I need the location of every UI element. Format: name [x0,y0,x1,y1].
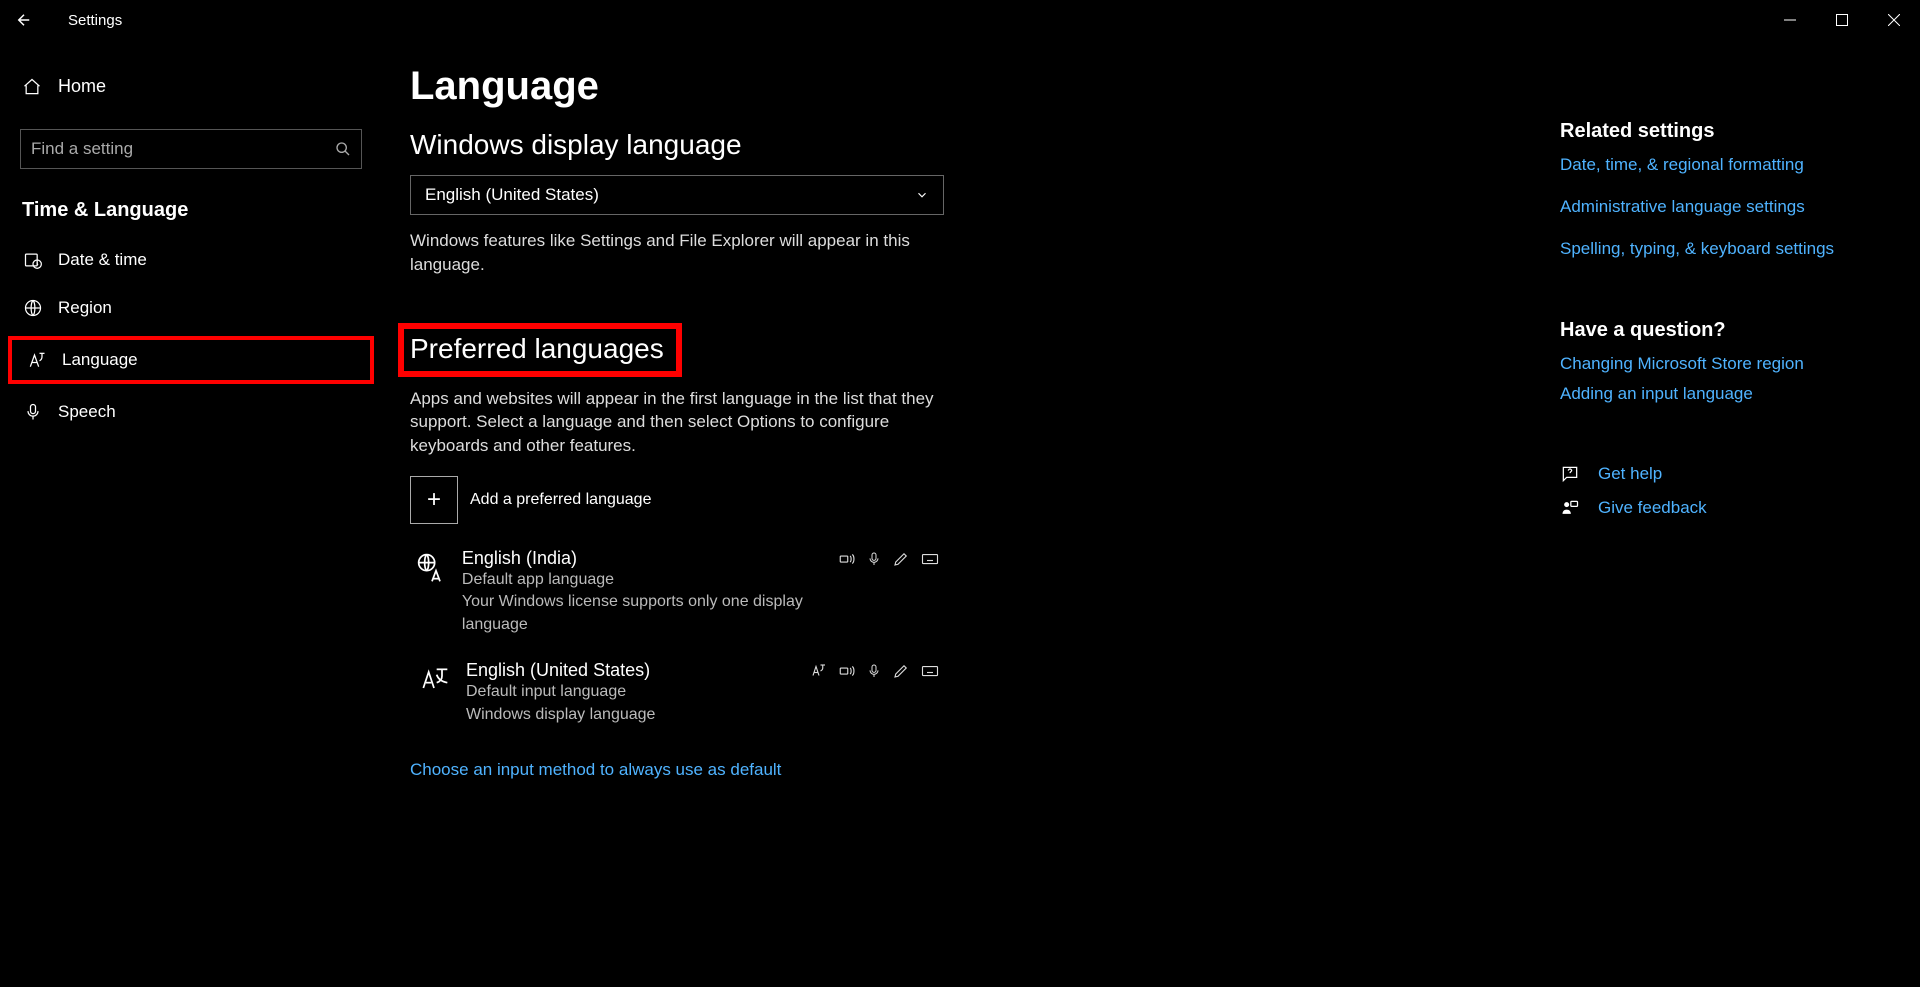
related-settings-heading: Related settings [1560,120,1860,143]
sidebar-item-label: Region [58,298,112,318]
back-button[interactable] [0,11,48,29]
language-name: English (United States) [466,660,655,681]
sidebar-item-date-time[interactable]: Date & time [0,236,382,284]
search-box[interactable] [20,129,362,169]
home-label: Home [58,76,106,97]
language-globe-character-icon [410,548,454,636]
search-icon [335,141,351,157]
search-input[interactable] [31,139,335,159]
sidebar-item-label: Speech [58,402,116,422]
language-subtitle: Default input language [466,681,655,703]
minimize-icon [1784,14,1796,26]
handwriting-icon [892,550,910,568]
arrow-left-icon [15,11,33,29]
sidebar-item-region[interactable]: Region [0,284,382,332]
display-language-icon [810,662,828,680]
chevron-down-icon [915,188,929,202]
calendar-clock-icon [22,250,44,270]
language-character-icon [26,350,48,370]
home-nav[interactable]: Home [0,62,382,111]
plus-icon: + [410,476,458,524]
right-rail: Related settings Date, time, & regional … [1560,120,1860,532]
add-language-label: Add a preferred language [470,491,651,509]
give-feedback-label: Give feedback [1598,498,1707,518]
close-button[interactable] [1868,0,1920,40]
speech-recognition-icon [866,550,882,568]
maximize-button[interactable] [1816,0,1868,40]
language-feature-icons [810,660,1170,726]
display-language-dropdown[interactable]: English (United States) [410,175,944,215]
speech-recognition-icon [866,662,882,680]
home-icon [22,77,44,97]
chat-help-icon [1560,464,1588,484]
category-heading: Time & Language [0,169,382,236]
title-bar: Settings [0,0,1920,40]
related-link-administrative[interactable]: Administrative language settings [1560,197,1860,217]
language-entry[interactable]: English (United States) Default input la… [410,660,1170,726]
text-to-speech-icon [838,662,856,680]
close-icon [1888,14,1900,26]
language-subtitle: Default app language [462,569,838,591]
sidebar: Home Time & Language Date & time Region … [0,40,382,987]
sidebar-item-speech[interactable]: Speech [0,388,382,436]
language-name: English (India) [462,548,838,569]
microphone-icon [22,402,44,422]
language-subtitle-2: Windows display language [466,704,655,726]
question-link-store-region[interactable]: Changing Microsoft Store region [1560,354,1860,374]
dropdown-selected: English (United States) [425,185,599,205]
language-text-block: English (India) Default app language You… [462,548,838,636]
language-feature-icons [838,548,1170,636]
related-link-spelling-typing[interactable]: Spelling, typing, & keyboard settings [1560,239,1860,259]
maximize-icon [1836,14,1848,26]
language-character-icon [410,660,458,726]
text-to-speech-icon [838,550,856,568]
minimize-button[interactable] [1764,0,1816,40]
language-text-block: English (United States) Default input la… [466,660,655,726]
language-entry[interactable]: English (India) Default app language You… [410,548,1170,636]
sidebar-item-label: Date & time [58,250,147,270]
have-question-heading: Have a question? [1560,319,1860,342]
feedback-person-icon [1560,498,1588,518]
choose-input-method-link[interactable]: Choose an input method to always use as … [410,760,781,780]
keyboard-icon [920,550,940,568]
question-link-add-input-language[interactable]: Adding an input language [1560,384,1860,404]
get-help-link[interactable]: Get help [1560,464,1860,484]
window-title: Settings [68,12,122,29]
preferred-languages-heading: Preferred languages [398,323,682,377]
give-feedback-link[interactable]: Give feedback [1560,498,1860,518]
sidebar-item-label: Language [62,350,138,370]
keyboard-icon [920,662,940,680]
preferred-languages-desc: Apps and websites will appear in the fir… [410,387,970,458]
window-controls [1764,0,1920,40]
get-help-label: Get help [1598,464,1662,484]
globe-icon [22,298,44,318]
page-title: Language [410,64,1892,109]
language-subtitle-2: Your Windows license supports only one d… [462,591,838,636]
sidebar-item-language[interactable]: Language [8,336,374,384]
display-language-desc: Windows features like Settings and File … [410,229,970,277]
related-link-date-time-regional[interactable]: Date, time, & regional formatting [1560,155,1860,175]
handwriting-icon [892,662,910,680]
